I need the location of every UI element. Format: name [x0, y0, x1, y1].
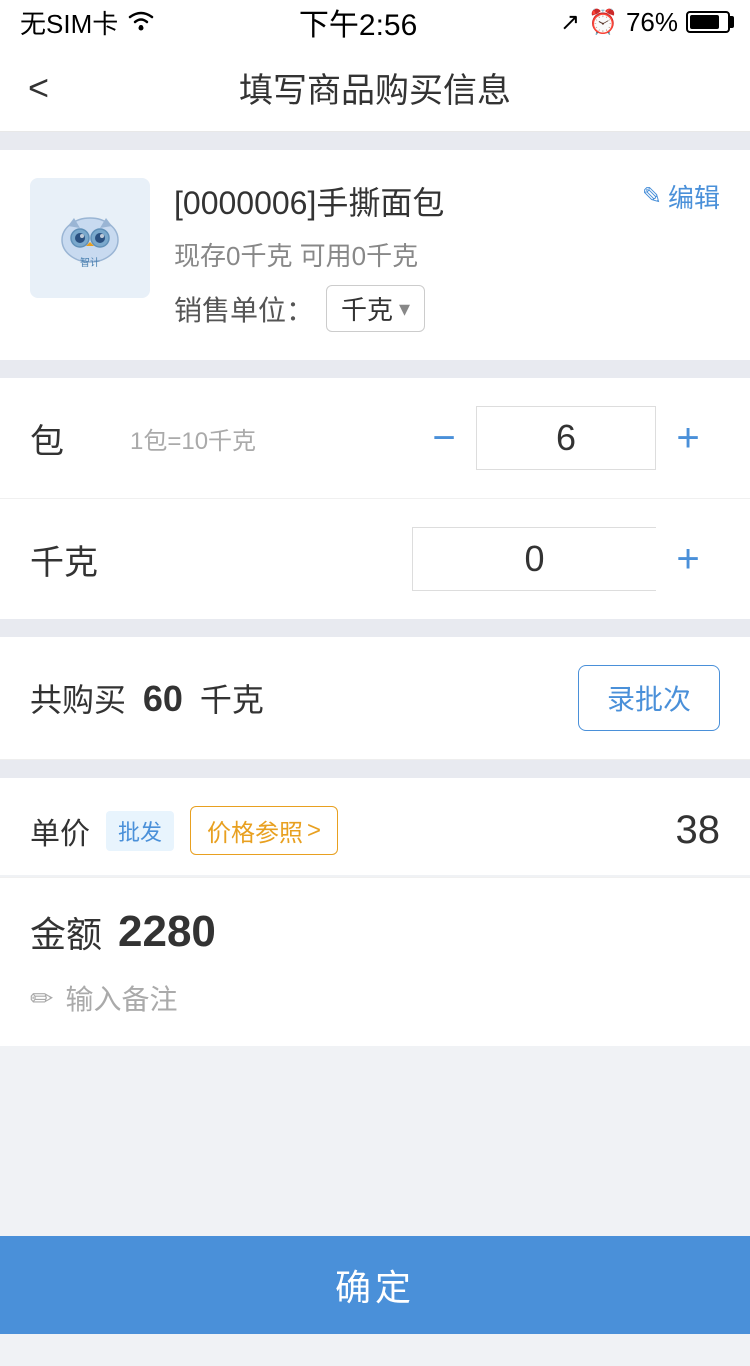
total-prefix: 共购买: [30, 682, 126, 718]
kg-input-row: 千克 +: [0, 499, 750, 619]
note-row[interactable]: ✏ 输入备注: [30, 978, 720, 1018]
input-section: 包 1包=10千克 − + 千克 +: [0, 378, 750, 619]
mid-divider-3: [0, 760, 750, 778]
mid-divider-2: [0, 619, 750, 637]
confirm-button[interactable]: 确定: [0, 1236, 750, 1334]
kg-plus-button[interactable]: +: [656, 527, 720, 591]
price-row: 单价 批发 价格参照 > 38: [30, 806, 720, 855]
battery-percent: 76%: [626, 7, 678, 38]
product-stock: 现存0千克 可用0千克: [174, 236, 720, 273]
battery-icon: [686, 11, 730, 33]
product-info: [0000006]手撕面包 现存0千克 可用0千克 销售单位： 千克 ▾: [174, 178, 720, 332]
price-value: 38: [676, 808, 721, 853]
page-title: 填写商品购买信息: [239, 63, 511, 112]
mid-divider-1: [0, 360, 750, 378]
nav-bar: < 填写商品购买信息: [0, 44, 750, 132]
product-card: 智计 [0000006]手撕面包 现存0千克 可用0千克 销售单位： 千克 ▾ …: [0, 150, 750, 360]
price-ref-label: 价格参照: [207, 813, 303, 848]
alarm-icon: ⏰: [588, 8, 618, 37]
edit-icon: ✎: [642, 182, 662, 211]
unit-label-text: 销售单位：: [174, 289, 314, 329]
edit-button[interactable]: ✎ 编辑: [642, 178, 720, 215]
status-carrier: 无SIM卡: [20, 4, 156, 41]
chevron-down-icon: ▾: [399, 296, 410, 322]
back-button[interactable]: <: [28, 67, 49, 109]
total-text: 共购买 60 千克: [30, 675, 264, 721]
price-ref-chevron: >: [307, 817, 321, 845]
gps-icon: ↗: [560, 8, 580, 37]
amount-section: 金额 2280 ✏ 输入备注: [0, 877, 750, 1046]
price-ref-button[interactable]: 价格参照 >: [190, 806, 338, 855]
bao-input-row: 包 1包=10千克 − +: [0, 378, 750, 499]
price-section: 单价 批发 价格参照 > 38: [0, 778, 750, 875]
status-time: 下午2:56: [299, 0, 417, 44]
note-text: 输入备注: [65, 978, 177, 1018]
status-bar: 无SIM卡 下午2:56 ↗ ⏰ 76%: [0, 0, 750, 44]
kg-quantity-input[interactable]: [412, 527, 656, 591]
batch-button[interactable]: 录批次: [578, 665, 720, 731]
pencil-icon: ✏: [30, 982, 53, 1015]
amount-row: 金额 2280: [30, 906, 720, 958]
wifi-icon: [126, 7, 156, 38]
bao-sub-label: 1包=10千克: [130, 421, 392, 456]
product-logo: 智计: [50, 208, 130, 268]
bao-minus-button[interactable]: −: [412, 406, 476, 470]
product-unit-row: 销售单位： 千克 ▾: [174, 285, 720, 332]
price-batch-tag: 批发: [106, 811, 174, 851]
amount-value: 2280: [118, 907, 216, 957]
bao-label: 包: [30, 414, 110, 463]
total-row: 共购买 60 千克 录批次: [0, 637, 750, 760]
unit-select[interactable]: 千克 ▾: [326, 285, 425, 332]
total-unit: 千克: [200, 682, 264, 718]
bao-quantity-control: − +: [412, 406, 720, 470]
bao-quantity-input[interactable]: [476, 406, 656, 470]
product-name: [0000006]手撕面包: [174, 178, 720, 224]
top-divider: [0, 132, 750, 150]
kg-quantity-control: +: [412, 527, 720, 591]
amount-label: 金额: [30, 906, 102, 958]
product-image: 智计: [30, 178, 150, 298]
price-label: 单价: [30, 809, 90, 853]
bao-plus-button[interactable]: +: [656, 406, 720, 470]
kg-label: 千克: [30, 535, 110, 584]
carrier-text: 无SIM卡: [20, 4, 118, 41]
total-amount: 60: [143, 678, 183, 719]
svg-text:智计: 智计: [80, 256, 100, 268]
unit-value: 千克: [341, 290, 393, 327]
status-indicators: ↗ ⏰ 76%: [560, 7, 730, 38]
